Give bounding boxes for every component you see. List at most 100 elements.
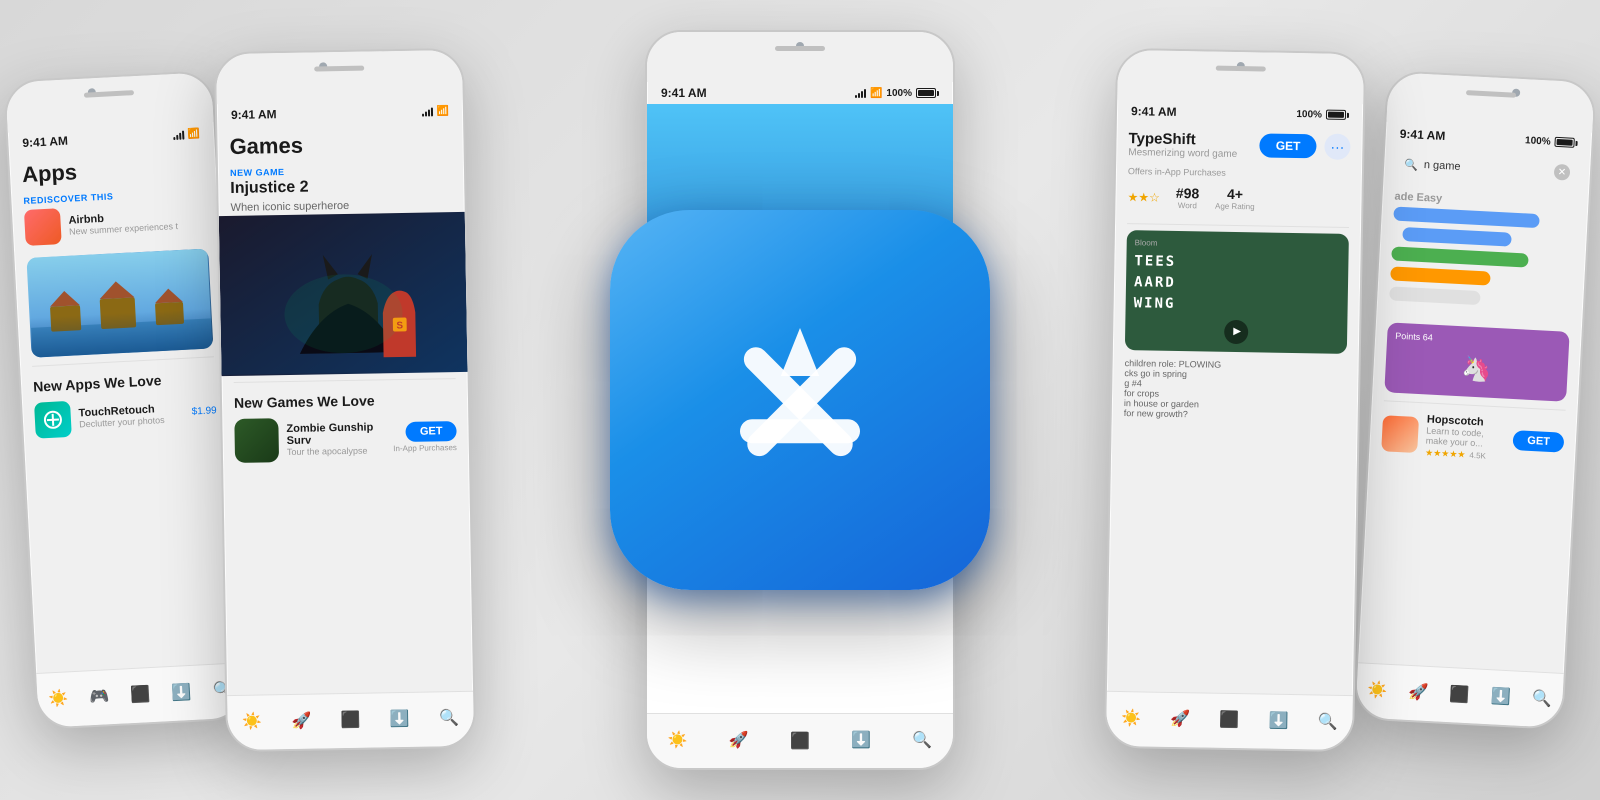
typeshift-age-label: Age Rating <box>1215 202 1255 212</box>
phone-2-status-right: 📶 <box>421 106 449 117</box>
scene: 9:41 AM 📶 Apps REDISCOVER THIS Airbnb Ne… <box>0 0 1600 800</box>
typeshift-more-button[interactable]: ··· <box>1324 134 1350 160</box>
airbnb-info: Airbnb New summer experiences t <box>68 207 207 236</box>
phone-2-status-bar: 9:41 AM 📶 <box>217 100 463 126</box>
phone-3-status-bar: 9:41 AM 📶 100% <box>647 82 953 104</box>
phone-4: 9:41 AM 100% TypeShift Mesmerizing word … <box>1104 48 1366 752</box>
phone-2-speaker <box>314 66 364 72</box>
phone-5-status-right: 100% <box>1525 135 1578 149</box>
tab-updates-3[interactable]: ⬇️ <box>851 733 871 749</box>
touch-retouch-info: TouchRetouch Declutter your photos <box>78 401 184 428</box>
phone-1-tab-bar: ☀️ 🎮 ⬛ ⬇️ 🔍 <box>36 662 245 728</box>
score-icon: 🦄 <box>1393 345 1561 394</box>
tab-search-3[interactable]: 🔍 <box>912 733 932 749</box>
typeshift-in-app-text: Offers in-App Purchases <box>1128 166 1350 180</box>
zombie-info: Zombie Gunship Surv Tour the apocalypse <box>286 421 385 457</box>
phone-5-top <box>1386 72 1594 133</box>
typeshift-rank-category: Word <box>1176 201 1200 210</box>
tab-today-2[interactable]: ☀️ <box>242 714 262 730</box>
phone-4-top <box>1117 50 1364 104</box>
phone-3-time: 9:41 AM <box>661 86 707 100</box>
zombie-desc: Tour the apocalypse <box>287 445 386 457</box>
tab-apps-4[interactable]: ⬛ <box>1219 713 1239 729</box>
phone-5-battery-icon <box>1554 137 1577 148</box>
phone-5-content: 🔍 n game ✕ ade Easy Points 64 🦄 <box>1358 144 1591 673</box>
score-display: Points 64 🦄 <box>1384 322 1569 401</box>
phone-3-signal-icon <box>855 88 866 98</box>
search-clear-button[interactable]: ✕ <box>1554 164 1571 181</box>
touch-retouch-price: $1.99 <box>191 405 217 417</box>
touch-retouch-icon <box>34 400 72 438</box>
tab-apps-1[interactable]: ⬛ <box>130 687 151 704</box>
tab-today-3[interactable]: ☀️ <box>668 733 688 749</box>
wifi-icon: 📶 <box>187 128 200 140</box>
phone-5-tab-bar: ☀️ 🚀 ⬛ ⬇️ 🔍 <box>1355 662 1564 728</box>
featured-image-svg <box>26 248 213 357</box>
injustice-hero: S <box>219 212 468 376</box>
tab-updates-5[interactable]: ⬇️ <box>1490 689 1511 706</box>
svg-text:S: S <box>396 320 403 331</box>
bloom-label: Bloom <box>1135 238 1341 251</box>
phone-2-top <box>216 50 463 104</box>
zombie-get-button[interactable]: GET <box>406 421 457 442</box>
phone-5-time: 9:41 AM <box>1399 127 1445 143</box>
phone-5: 9:41 AM 100% 🔍 n game ✕ ade Easy <box>1353 70 1597 730</box>
phone-5-search[interactable]: 🔍 n game ✕ <box>1394 150 1581 186</box>
phone-2-signal-icon <box>421 106 432 116</box>
phone-4-status-bar: 9:41 AM 100% <box>1117 100 1363 126</box>
app-store-icon <box>610 210 990 590</box>
phone-3-wifi-icon: 📶 <box>870 88 882 99</box>
hopscotch-stars: ★★★★★ <box>1425 447 1466 460</box>
airbnb-icon <box>24 208 62 246</box>
tab-games-1[interactable]: 🎮 <box>89 689 110 706</box>
phone-3-speaker <box>775 46 825 51</box>
zombie-icon <box>234 418 279 463</box>
word-grid: TEES AARD WING <box>1133 251 1340 318</box>
tab-games-4[interactable]: 🚀 <box>1170 712 1190 728</box>
tab-updates-1[interactable]: ⬇️ <box>171 685 192 702</box>
tab-updates-2[interactable]: ⬇️ <box>390 712 410 728</box>
phone-2-tab-bar: ☀️ 🚀 ⬛ ⬇️ 🔍 <box>227 691 474 750</box>
tab-today-5[interactable]: ☀️ <box>1367 683 1388 700</box>
typeshift-name: TypeShift <box>1128 130 1237 149</box>
tab-apps-2[interactable]: ⬛ <box>340 713 360 729</box>
search-value: n game <box>1424 159 1461 173</box>
tab-search-4[interactable]: 🔍 <box>1318 714 1338 730</box>
tab-today-1[interactable]: ☀️ <box>48 691 69 708</box>
zombie-get-area: GET In-App Purchases <box>393 421 457 453</box>
tab-apps-3[interactable]: ⬛ <box>790 731 810 751</box>
hopscotch-info: Hopscotch Learn to code, make your o... … <box>1425 413 1507 462</box>
word-game-area: Bloom TEES AARD WING ▶ <box>1125 230 1349 354</box>
tab-games-5[interactable]: 🚀 <box>1408 685 1429 702</box>
phone-3-battery-text: 100% <box>886 88 912 99</box>
tab-apps-5[interactable]: ⬛ <box>1449 687 1470 704</box>
phone-4-time: 9:41 AM <box>1131 104 1177 119</box>
zombie-in-app-text: In-App Purchases <box>393 443 457 453</box>
typeshift-rank: #98 Word <box>1176 185 1200 210</box>
phone-2-title: Games <box>217 122 464 164</box>
tab-games-3[interactable]: 🚀 <box>729 733 749 749</box>
strip-blue <box>1393 206 1539 228</box>
phone-1-content: Apps REDISCOVER THIS Airbnb New summer e… <box>9 144 242 673</box>
phone-4-separator <box>1127 223 1349 227</box>
hopscotch-desc: Learn to code, make your o... <box>1426 425 1506 449</box>
phone-3-battery-icon <box>916 88 939 98</box>
typeshift-get-button[interactable]: GET <box>1260 133 1317 158</box>
phone-5-battery-text: 100% <box>1525 135 1551 147</box>
phone-3-tab-bar: ☀️ 🚀 ⬛ ⬇️ 🔍 <box>647 713 953 768</box>
phone-1-status-right: 📶 <box>172 128 200 140</box>
color-strips-section: ade Easy <box>1376 182 1589 325</box>
phone-2: 9:41 AM 📶 Games NEW GAME Injustice 2 Whe… <box>214 48 476 752</box>
typeshift-age: 4+ Age Rating <box>1215 186 1255 212</box>
tab-search-2[interactable]: 🔍 <box>439 711 459 727</box>
play-button[interactable]: ▶ <box>1224 319 1248 343</box>
tab-today-4[interactable]: ☀️ <box>1121 711 1141 727</box>
tab-search-5[interactable]: 🔍 <box>1531 691 1552 708</box>
phone-4-speaker <box>1216 66 1266 72</box>
phone-4-scroll-content: children role: PLOWING cks go in spring … <box>1112 353 1359 425</box>
tab-updates-4[interactable]: ⬇️ <box>1268 714 1288 730</box>
phone-3-top <box>647 32 953 82</box>
typeshift-header: TypeShift Mesmerizing word game GET ··· … <box>1115 122 1363 221</box>
hopscotch-get-button[interactable]: GET <box>1513 430 1565 453</box>
tab-games-2[interactable]: 🚀 <box>291 714 311 730</box>
